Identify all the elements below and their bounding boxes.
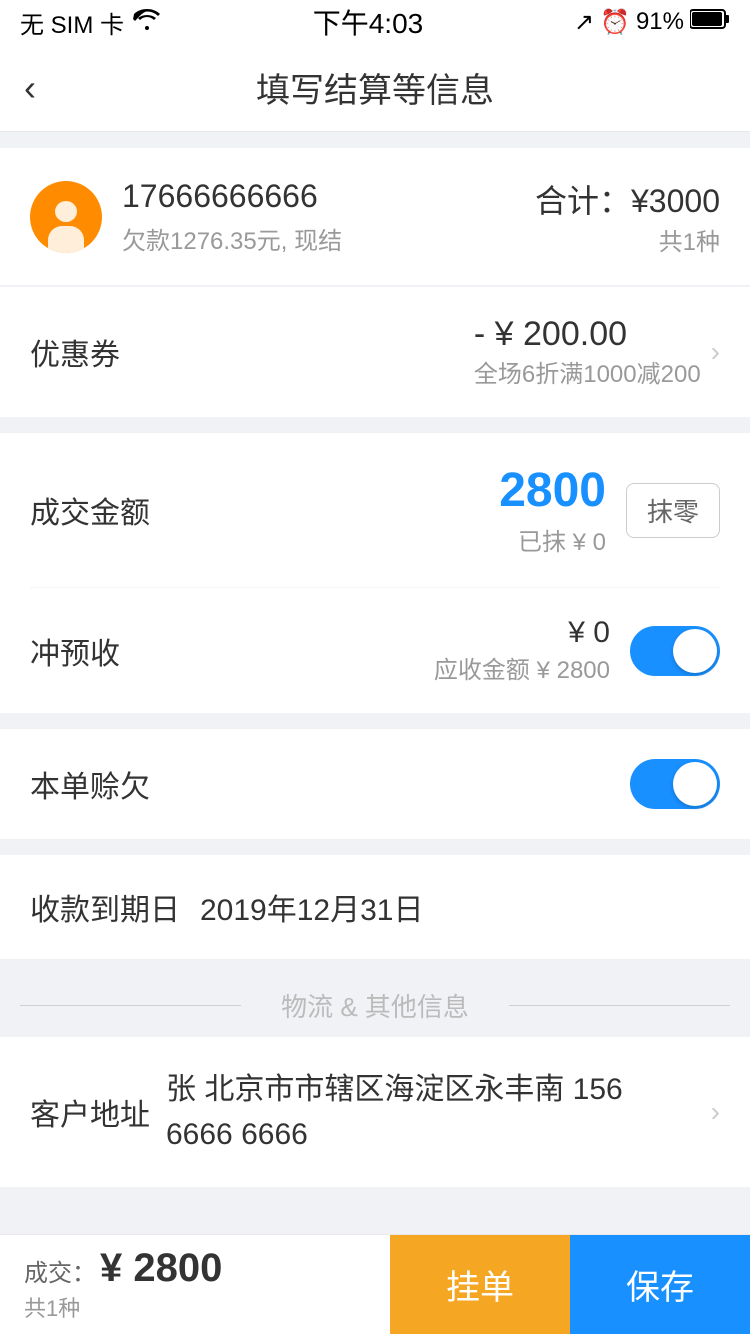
- total-count: 共1种: [535, 222, 720, 257]
- avatar-person: [44, 201, 88, 253]
- save-button[interactable]: 保存: [570, 1235, 750, 1334]
- logistics-divider: 物流 & 其他信息: [0, 975, 750, 1035]
- bottom-summary: 成交： ¥ 2800 共1种: [0, 1246, 390, 1323]
- battery-text: 91%: [636, 8, 684, 36]
- deal-amount-col: 2800 已抹 ¥ 0: [499, 463, 606, 557]
- alarm-icon: ⏰: [600, 8, 630, 37]
- prepay-toggle[interactable]: [630, 626, 720, 676]
- customer-total: 合计：¥3000 共1种: [535, 176, 720, 257]
- section-gap-1: [0, 417, 750, 433]
- debit-row: 本单赊欠: [0, 729, 750, 839]
- section-gap-3: [0, 839, 750, 855]
- carrier-text: 无 SIM 卡: [20, 5, 124, 40]
- prepay-row: 冲预收 ¥ 0 应收金额 ¥ 2800: [30, 588, 720, 713]
- pending-button[interactable]: 挂单: [390, 1235, 570, 1334]
- status-time: 下午4:03: [313, 2, 424, 42]
- back-button[interactable]: ‹: [24, 67, 36, 109]
- coupon-arrow-icon: ›: [711, 336, 720, 368]
- address-label: 客户地址: [30, 1090, 150, 1134]
- section-gap-2: [0, 713, 750, 729]
- logistics-text: 物流 & 其他信息: [281, 987, 469, 1024]
- prepay-right: ¥ 0 应收金额 ¥ 2800: [434, 616, 720, 685]
- deal-amount-label: 成交金额: [30, 488, 150, 532]
- page-title: 填写结算等信息: [256, 63, 494, 112]
- debit-toggle-thumb: [673, 762, 717, 806]
- bottom-summary-label: 成交：: [24, 1253, 96, 1288]
- prepay-label: 冲预收: [30, 629, 120, 673]
- duedate-value: 2019年12月31日: [200, 885, 423, 929]
- coupon-right: - ¥ 200.00 全场6折满1000减200 ›: [474, 315, 720, 389]
- bottom-summary-amount: ¥ 2800: [100, 1246, 222, 1291]
- bottom-bar: 成交： ¥ 2800 共1种 挂单 保存: [0, 1234, 750, 1334]
- address-row[interactable]: 客户地址 张 北京市市辖区海淀区永丰南 156 6666 6666 ›: [0, 1037, 750, 1187]
- prepay-sub: 应收金额 ¥ 2800: [434, 650, 610, 685]
- debit-toggle[interactable]: [630, 759, 720, 809]
- customer-phone: 17666666666: [122, 178, 342, 215]
- bottom-summary-count: 共1种: [24, 1291, 366, 1323]
- deal-amount-value: 2800: [499, 463, 606, 518]
- coupon-desc: 全场6折满1000减200: [474, 354, 701, 389]
- wifi-icon: [132, 8, 162, 37]
- prepay-col: ¥ 0 应收金额 ¥ 2800: [434, 616, 610, 685]
- deal-amount-sub: 已抹 ¥ 0: [518, 522, 606, 557]
- status-left: 无 SIM 卡: [20, 5, 162, 40]
- logistics-line-right: [509, 1005, 730, 1006]
- status-right: ↗ ⏰ 91%: [574, 8, 730, 37]
- coupon-label: 优惠券: [30, 330, 120, 374]
- customer-left: 17666666666 欠款1276.35元, 现结: [30, 178, 342, 256]
- coupon-discount: - ¥ 200.00: [474, 315, 701, 354]
- toggle-thumb: [673, 629, 717, 673]
- address-arrow-icon: ›: [711, 1096, 720, 1128]
- coupon-row[interactable]: 优惠券 - ¥ 200.00 全场6折满1000减200 ›: [0, 287, 750, 417]
- customer-info: 17666666666 欠款1276.35元, 现结: [122, 178, 342, 256]
- coupon-info: - ¥ 200.00 全场6折满1000减200: [474, 315, 701, 389]
- status-bar: 无 SIM 卡 下午4:03 ↗ ⏰ 91%: [0, 0, 750, 44]
- location-icon: ↗: [574, 8, 594, 37]
- round-button[interactable]: 抹零: [626, 483, 720, 538]
- deal-amount-row: 成交金额 2800 已抹 ¥ 0 抹零: [30, 433, 720, 588]
- total-amount: 合计：¥3000: [535, 176, 720, 222]
- logistics-line-left: [20, 1005, 241, 1006]
- duedate-row: 收款到期日 2019年12月31日: [0, 855, 750, 959]
- section-gap-4: [0, 959, 750, 975]
- customer-subtitle: 欠款1276.35元, 现结: [122, 221, 342, 256]
- nav-bar: ‹ 填写结算等信息: [0, 44, 750, 132]
- person-body: [48, 226, 84, 253]
- debit-label: 本单赊欠: [30, 762, 150, 806]
- battery-icon: [690, 8, 730, 37]
- amount-section: 成交金额 2800 已抹 ¥ 0 抹零 冲预收 ¥ 0 应收金额 ¥ 2800: [0, 433, 750, 713]
- avatar: [30, 181, 102, 253]
- customer-card: 17666666666 欠款1276.35元, 现结 合计：¥3000 共1种: [0, 148, 750, 285]
- person-head: [55, 201, 77, 222]
- deal-amount-right: 2800 已抹 ¥ 0 抹零: [499, 463, 720, 557]
- prepay-amount: ¥ 0: [568, 616, 610, 650]
- address-value: 张 北京市市辖区海淀区永丰南 156 6666 6666: [166, 1067, 695, 1157]
- duedate-label: 收款到期日: [30, 885, 180, 929]
